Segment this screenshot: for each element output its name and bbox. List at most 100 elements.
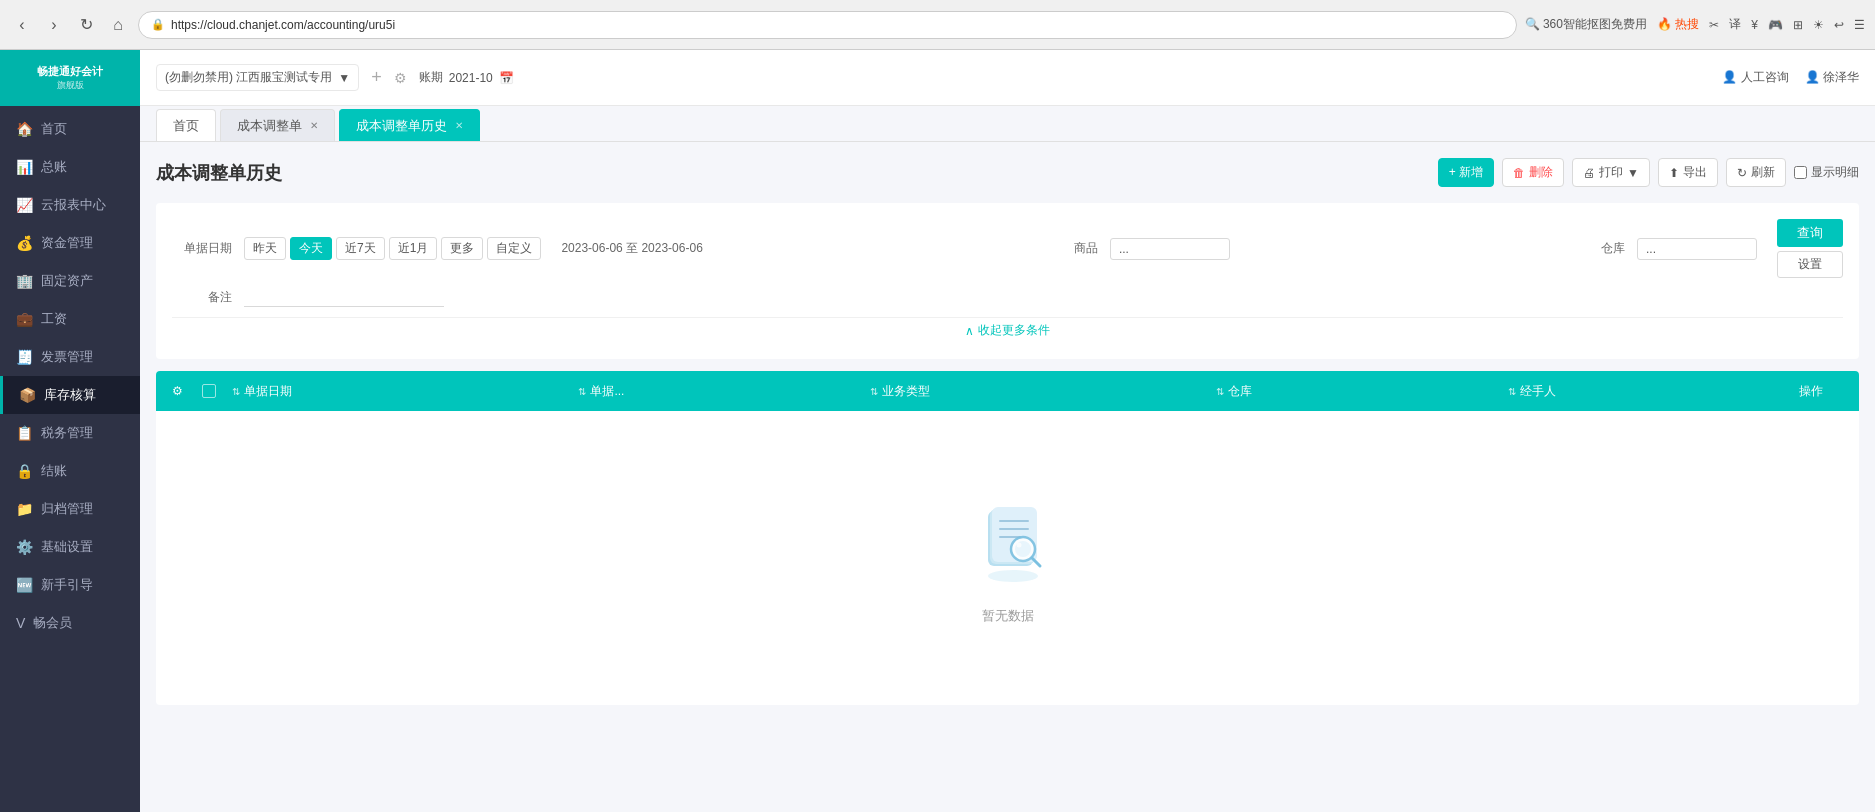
date-range-text: 2023-06-06 至 2023-06-06 [561, 240, 702, 257]
filter-row-remark: 备注 [172, 288, 1843, 307]
th-checkbox[interactable] [194, 384, 224, 398]
undo-tool[interactable]: ↩ [1834, 18, 1844, 32]
date-btn-today[interactable]: 今天 [290, 237, 332, 260]
sidebar-item-guide-label: 新手引导 [41, 576, 93, 594]
company-selector[interactable]: (勿删勿禁用) 江西服宝测试专用 ▼ [156, 64, 359, 91]
new-button[interactable]: + 新增 [1438, 158, 1494, 187]
nav-back-button[interactable]: ‹ [10, 13, 34, 37]
setting-button[interactable]: 设置 [1777, 251, 1843, 278]
sidebar-item-settings[interactable]: ⚙️ 基础设置 [0, 528, 140, 566]
scissors-tool[interactable]: ✂ [1709, 18, 1719, 32]
goods-dots: ... [1119, 242, 1129, 256]
tab-cost-adjust[interactable]: 成本调整单 ✕ [220, 109, 335, 141]
add-company-btn[interactable]: + [371, 67, 382, 88]
sidebar-item-funds[interactable]: 💰 资金管理 [0, 224, 140, 262]
export-button[interactable]: ⬆ 导出 [1658, 158, 1718, 187]
user-service-link[interactable]: 👤 人工咨询 [1722, 69, 1788, 86]
print-button[interactable]: 🖨 打印 ▼ [1572, 158, 1650, 187]
sidebar-item-tax[interactable]: 📋 税务管理 [0, 414, 140, 452]
sidebar-item-invoice[interactable]: 🧾 发票管理 [0, 338, 140, 376]
sidebar-item-report[interactable]: 📈 云报表中心 [0, 186, 140, 224]
search-tool[interactable]: 🔍 360智能抠图免费用 [1525, 16, 1647, 33]
page-actions: + 新增 🗑 删除 🖨 打印 ▼ ⬆ 导出 ↻ [1438, 158, 1859, 187]
date-btn-1month[interactable]: 近1月 [389, 237, 438, 260]
guide-icon: 🆕 [16, 577, 33, 593]
sidebar-item-ledger[interactable]: 📊 总账 [0, 148, 140, 186]
top-bar-right: 👤 人工咨询 👤 徐泽华 [1722, 69, 1859, 86]
date-btn-custom[interactable]: 自定义 [487, 237, 541, 260]
report-icon: 📈 [16, 197, 33, 213]
date-btn-7days[interactable]: 近7天 [336, 237, 385, 260]
home-button[interactable]: ⌂ [106, 13, 130, 37]
collapse-label: 收起更多条件 [978, 322, 1050, 339]
refresh-button[interactable]: ↻ 刷新 [1726, 158, 1786, 187]
date-btn-more[interactable]: 更多 [441, 237, 483, 260]
logo-sub: 旗舰版 [57, 79, 84, 92]
sort-handler-icon: ⇅ [1508, 386, 1516, 397]
sort-warehouse-icon: ⇅ [1216, 386, 1224, 397]
refresh-button[interactable]: ↻ [74, 13, 98, 37]
calendar-icon[interactable]: 📅 [499, 71, 514, 85]
show-detail-checkbox[interactable]: 显示明细 [1794, 164, 1859, 181]
sidebar-item-closing[interactable]: 🔒 结账 [0, 452, 140, 490]
table-container: ⚙ ⇅ 单据日期 ⇅ 单据... ⇅ 业务类型 [156, 371, 1859, 705]
url-bar[interactable]: 🔒 https://cloud.chanjet.com/accounting/u… [138, 11, 1517, 39]
warehouse-filter-select[interactable]: ... [1637, 238, 1757, 260]
th-warehouse[interactable]: ⇅ 仓库 [1208, 383, 1499, 400]
th-handler[interactable]: ⇅ 经手人 [1500, 383, 1791, 400]
inventory-icon: 📦 [19, 387, 36, 403]
top-bar: (勿删勿禁用) 江西服宝测试专用 ▼ + ⚙ 账期 2021-10 📅 👤 人工… [140, 50, 1875, 106]
sidebar-item-inventory[interactable]: 📦 库存核算 [0, 376, 140, 414]
tab-home[interactable]: 首页 [156, 109, 216, 141]
settings-icon: ⚙️ [16, 539, 33, 555]
sidebar-item-home-label: 首页 [41, 120, 67, 138]
hot-search-tool[interactable]: 🔥 热搜 [1657, 16, 1699, 33]
empty-illustration [958, 491, 1058, 591]
user-avatar[interactable]: 👤 徐泽华 [1805, 69, 1859, 86]
company-name: (勿删勿禁用) 江西服宝测试专用 [165, 69, 332, 86]
settings-gear-icon[interactable]: ⚙ [394, 70, 407, 86]
menu-tool[interactable]: ☰ [1854, 18, 1865, 32]
sidebar-item-member[interactable]: V 畅会员 [0, 604, 140, 642]
remark-input[interactable] [244, 288, 444, 307]
th-voucher[interactable]: ⇅ 单据... [570, 383, 861, 400]
collapse-chevron-icon: ∧ [965, 324, 974, 338]
tab-cost-adjust-history-close-icon[interactable]: ✕ [455, 120, 463, 131]
search-button[interactable]: 查询 [1777, 219, 1843, 247]
th-actions-label: 操作 [1799, 383, 1823, 400]
brightness-tool[interactable]: ☀ [1813, 18, 1824, 32]
th-warehouse-label: 仓库 [1228, 383, 1252, 400]
fixed-icon: 🏢 [16, 273, 33, 289]
th-settings[interactable]: ⚙ [164, 384, 194, 398]
nav-forward-button[interactable]: › [42, 13, 66, 37]
sidebar-item-home[interactable]: 🏠 首页 [0, 110, 140, 148]
goods-filter-select[interactable]: ... [1110, 238, 1230, 260]
tab-cost-adjust-close-icon[interactable]: ✕ [310, 120, 318, 131]
sort-biztype-icon: ⇅ [870, 386, 878, 397]
translate-tool[interactable]: 译 [1729, 16, 1741, 33]
browser-tools: 🔍 360智能抠图免费用 🔥 热搜 ✂ 译 ¥ 🎮 ⊞ ☀ ↩ ☰ [1525, 16, 1865, 33]
sidebar-item-fixed[interactable]: 🏢 固定资产 [0, 262, 140, 300]
sort-date-icon: ⇅ [232, 386, 240, 397]
print-icon: 🖨 [1583, 166, 1595, 180]
sidebar-item-archive[interactable]: 📁 归档管理 [0, 490, 140, 528]
th-voucher-label: 单据... [590, 383, 624, 400]
sort-voucher-icon: ⇅ [578, 386, 586, 397]
sidebar-item-guide[interactable]: 🆕 新手引导 [0, 566, 140, 604]
show-detail-input[interactable] [1794, 166, 1807, 179]
header-checkbox[interactable] [202, 384, 216, 398]
date-btn-yesterday[interactable]: 昨天 [244, 237, 286, 260]
collapse-button[interactable]: ∧ 收起更多条件 [172, 317, 1843, 343]
sidebar-logo: 畅捷通好会计 旗舰版 [0, 50, 140, 106]
grid-tool[interactable]: ⊞ [1793, 18, 1803, 32]
tab-cost-adjust-history[interactable]: 成本调整单历史 ✕ [339, 109, 480, 141]
filter-actions: 查询 设置 [1777, 219, 1843, 278]
th-date[interactable]: ⇅ 单据日期 [224, 383, 570, 400]
invoice-icon: 🧾 [16, 349, 33, 365]
game-tool[interactable]: 🎮 [1768, 18, 1783, 32]
wallet-tool[interactable]: ¥ [1751, 18, 1758, 32]
print-dropdown-icon: ▼ [1627, 166, 1639, 180]
delete-button[interactable]: 🗑 删除 [1502, 158, 1564, 187]
th-biz-type[interactable]: ⇅ 业务类型 [862, 383, 1208, 400]
sidebar-item-salary[interactable]: 💼 工资 [0, 300, 140, 338]
